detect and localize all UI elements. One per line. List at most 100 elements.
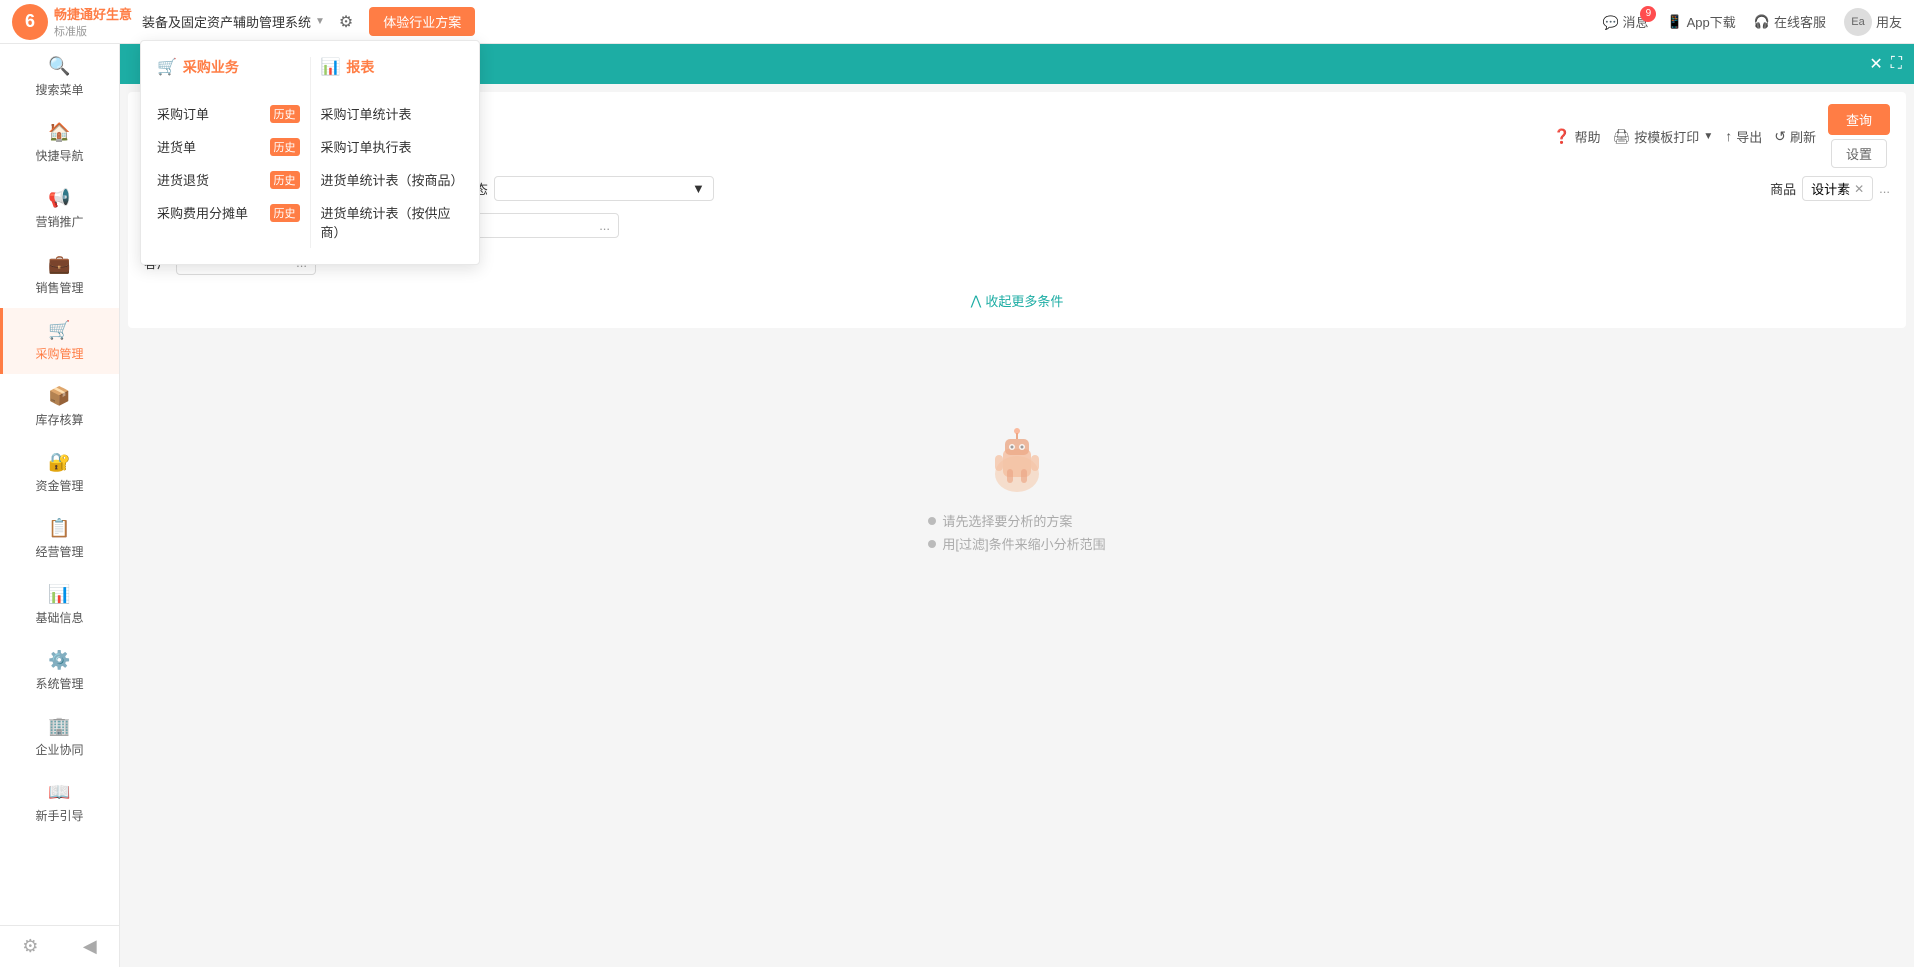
layout: 🔍 搜索菜单 🏠 快捷导航 📢 营销推广 💼 销售管理 🛒 采购管理 📦 库存核… [0, 44, 1914, 967]
return-goods-history-tag: 历史 [270, 171, 300, 189]
headset-icon: 🎧 [1754, 14, 1770, 30]
collapse-icon: ⋀ [971, 293, 982, 309]
app-download-item[interactable]: 📱 App下载 [1666, 12, 1735, 31]
sidebar-item-purchase[interactable]: 🛒 采购管理 [0, 308, 119, 374]
sidebar-item-basic-info[interactable]: 📊 基础信息 [0, 572, 119, 638]
goods-tag-close[interactable]: ✕ [1854, 182, 1864, 196]
sidebar-item-search[interactable]: 🔍 搜索菜单 [0, 44, 119, 110]
logo-icon: 6 [12, 4, 48, 40]
filter-goods-item: 商品 设计素 ✕ ... [1770, 176, 1890, 201]
dropdown-divider [310, 57, 311, 248]
dropdown-po-exec[interactable]: 采购订单执行表 [321, 130, 464, 163]
logo-text: 畅捷通好生意 标准版 [54, 4, 132, 39]
export-btn[interactable]: ↑ 导出 [1725, 127, 1762, 146]
report-icon: 📊 [321, 57, 341, 77]
cart-icon: 🛒 [48, 320, 70, 341]
dropdown-purchase-order[interactable]: 采购订单 历史 [157, 97, 300, 130]
print-dropdown-icon: ▼ [1703, 131, 1713, 142]
goods-label: 商品 [1770, 179, 1796, 198]
purchase-business-col: 🛒 采购业务 采购订单 历史 进货单 历史 进货退货 历史 采购费用分摊单 [157, 57, 300, 248]
help-btn[interactable]: ❓ 帮助 [1553, 127, 1600, 146]
dropdown-receive-stat-supplier[interactable]: 进货单统计表（按供应商） [321, 196, 464, 248]
dropdown-purchase-expense[interactable]: 采购费用分摊单 历史 [157, 196, 300, 229]
sidebar-collapse-btn[interactable]: ◀ [83, 936, 97, 957]
set-btn[interactable]: 设置 [1831, 139, 1887, 168]
receive-stat-goods-label: 进货单统计表（按商品） [321, 170, 464, 189]
empty-tip-2-text: 用[过滤]条件来缩小分析范围 [942, 534, 1105, 553]
empty-state: 请先选择要分析的方案 用[过滤]条件来缩小分析范围 [120, 336, 1914, 636]
export-label: 导出 [1736, 127, 1762, 146]
purchase-expense-history-tag: 历史 [270, 204, 300, 222]
return-goods-label: 进货退货 [157, 170, 209, 189]
sidebar-item-inventory[interactable]: 📦 库存核算 [0, 374, 119, 440]
user-avatar: Ea [1844, 8, 1872, 36]
active-indicator [0, 308, 3, 374]
notification-badge: 9 [1640, 6, 1656, 22]
help-icon: ❓ [1553, 128, 1570, 145]
system-dropdown-arrow: ▼ [315, 16, 325, 27]
print-label: 按模板打印 [1634, 127, 1699, 146]
dropdown-po-stat[interactable]: 采购订单统计表 [321, 97, 464, 130]
tab-close-all-icon[interactable]: ✕ [1869, 54, 1882, 74]
lock-icon: 🔐 [48, 452, 70, 473]
refresh-label: 刷新 [1790, 127, 1816, 146]
book-icon: 📖 [48, 782, 70, 803]
logo-line2: 标准版 [54, 23, 132, 39]
online-service-item[interactable]: 🎧 在线客服 [1754, 12, 1826, 31]
export-icon: ↑ [1725, 128, 1732, 144]
refresh-icon: ↺ [1774, 128, 1786, 145]
purchase-dropdown-menu: 🛒 采购业务 采购订单 历史 进货单 历史 进货退货 历史 采购费用分摊单 [140, 44, 480, 265]
purchase-business-label: 采购业务 [183, 57, 239, 77]
sidebar-item-guide[interactable]: 📖 新手引导 [0, 770, 119, 836]
search-icon: 🔍 [48, 56, 70, 77]
filter-voucher-status-item: 单据状态 ▼ [436, 176, 1758, 201]
empty-illustration [977, 419, 1057, 499]
sidebar-item-sales[interactable]: 💼 销售管理 [0, 242, 119, 308]
gear-icon: ⚙️ [48, 650, 70, 671]
collapse-label: 收起更多条件 [985, 291, 1063, 310]
system-selector[interactable]: 装备及固定资产辅助管理系统 ▼ [142, 12, 325, 31]
notification-item[interactable]: 💬 消息 9 [1603, 12, 1649, 31]
user-item[interactable]: Ea 用友 [1844, 8, 1902, 36]
filter-salesperson-item: 业务员 ... [354, 213, 1890, 238]
receive-goods-history-tag: 历史 [270, 138, 300, 156]
query-btn[interactable]: 查询 [1828, 104, 1890, 135]
goods-dots[interactable]: ... [1879, 181, 1890, 196]
report-col: 📊 报表 采购订单统计表 采购订单执行表 进货单统计表（按商品） 进货单统计表（… [321, 57, 464, 248]
home-icon: 🏠 [48, 122, 70, 143]
industry-btn[interactable]: 体验行业方案 [369, 7, 475, 36]
sidebar-item-finance[interactable]: 🔐 资金管理 [0, 440, 119, 506]
purchase-order-history-tag: 历史 [270, 105, 300, 123]
megaphone-icon: 📢 [48, 188, 70, 209]
print-icon: 🖨 [1613, 128, 1631, 145]
salesperson-dots[interactable]: ... [599, 218, 610, 233]
voucher-status-select[interactable]: ▼ [494, 176, 714, 201]
sidebar-item-operation[interactable]: 📋 经营管理 [0, 506, 119, 572]
sidebar-item-quick-nav[interactable]: 🏠 快捷导航 [0, 110, 119, 176]
dropdown-receive-goods[interactable]: 进货单 历史 [157, 130, 300, 163]
tab-expand-icon[interactable]: ⛶ [1891, 55, 1902, 73]
clipboard-icon: 📋 [48, 518, 70, 539]
dropdown-receive-stat-goods[interactable]: 进货单统计表（按商品） [321, 163, 464, 196]
logo: 6 畅捷通好生意 标准版 [12, 4, 132, 40]
sidebar-item-system[interactable]: ⚙️ 系统管理 [0, 638, 119, 704]
top-bar-right: 💬 消息 9 📱 App下载 🎧 在线客服 Ea 用友 [1603, 8, 1902, 36]
help-label: 帮助 [1575, 127, 1601, 146]
po-exec-label: 采购订单执行表 [321, 137, 412, 156]
sidebar-settings-btn[interactable]: ⚙ [22, 936, 38, 957]
purchase-business-title: 🛒 采购业务 [157, 57, 300, 85]
briefcase-icon: 💼 [48, 254, 70, 275]
collapse-row[interactable]: ⋀ 收起更多条件 [144, 285, 1890, 316]
purchase-business-icon: 🛒 [157, 57, 177, 77]
settings-gear-icon[interactable]: ⚙ [339, 12, 353, 32]
empty-tip-1: 请先选择要分析的方案 [928, 511, 1072, 530]
dropdown-return-goods[interactable]: 进货退货 历史 [157, 163, 300, 196]
sidebar-item-enterprise[interactable]: 🏢 企业协同 [0, 704, 119, 770]
print-btn[interactable]: 🖨 按模板打印 ▼ [1613, 127, 1714, 146]
goods-tag-value: 设计素 [1811, 179, 1850, 198]
top-bar: 6 畅捷通好生意 标准版 装备及固定资产辅助管理系统 ▼ ⚙ 体验行业方案 💬 … [0, 0, 1914, 44]
refresh-btn[interactable]: ↺ 刷新 [1774, 127, 1816, 146]
receive-goods-label: 进货单 [157, 137, 196, 156]
sidebar-item-marketing[interactable]: 📢 营销推广 [0, 176, 119, 242]
report-label: 报表 [346, 57, 374, 77]
